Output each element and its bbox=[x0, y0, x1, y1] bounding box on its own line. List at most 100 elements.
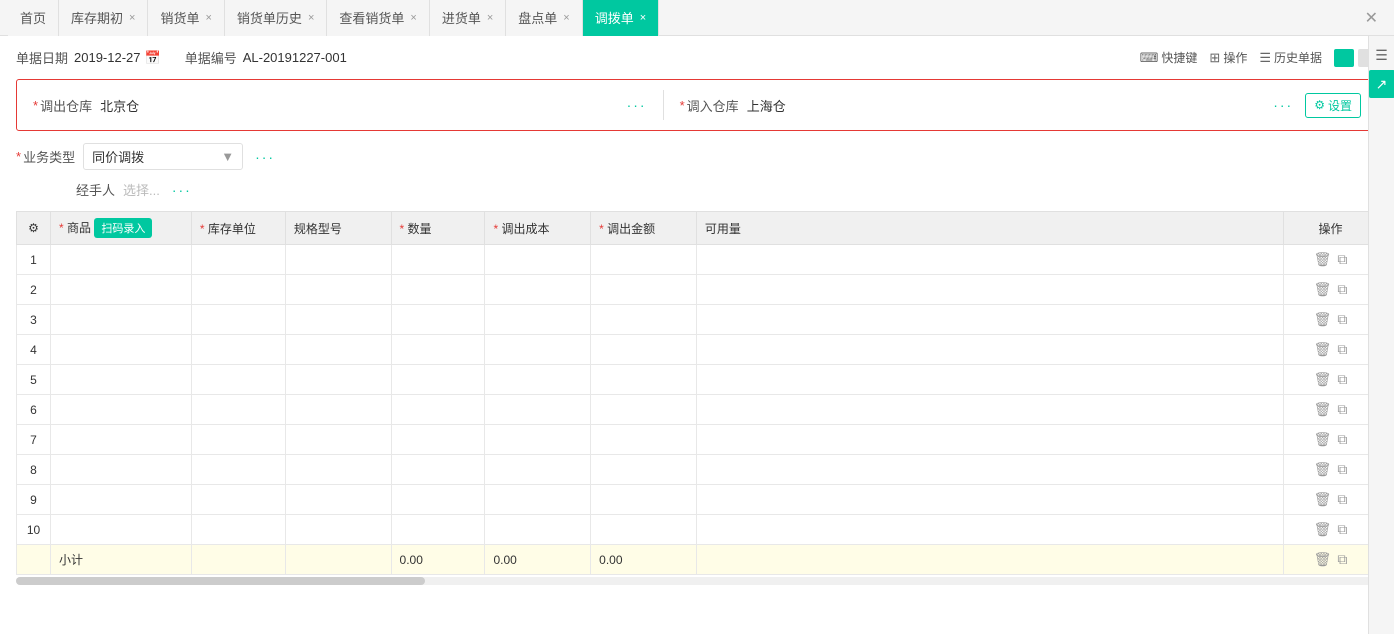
tab-purchase[interactable]: 进货单 × bbox=[430, 0, 506, 36]
row-copy-icon[interactable]: ⧉ bbox=[1337, 281, 1347, 298]
row-unit[interactable] bbox=[191, 395, 285, 425]
row-amount[interactable] bbox=[591, 275, 697, 305]
warehouse-out-more[interactable]: ··· bbox=[627, 97, 647, 113]
subtotal-copy-icon[interactable]: ⧉ bbox=[1337, 551, 1347, 568]
row-goods[interactable] bbox=[51, 305, 192, 335]
row-delete-icon[interactable]: 🗑 bbox=[1314, 371, 1332, 388]
tab-close-sales-history[interactable]: × bbox=[308, 12, 314, 24]
row-unit[interactable] bbox=[191, 515, 285, 545]
row-qty[interactable] bbox=[391, 275, 485, 305]
row-unit[interactable] bbox=[191, 365, 285, 395]
row-cost[interactable] bbox=[485, 275, 591, 305]
row-copy-icon[interactable]: ⧉ bbox=[1337, 431, 1347, 448]
row-unit[interactable] bbox=[191, 425, 285, 455]
tab-close-purchase[interactable]: × bbox=[487, 12, 493, 24]
row-amount[interactable] bbox=[591, 455, 697, 485]
row-copy-icon[interactable]: ⧉ bbox=[1337, 311, 1347, 328]
row-qty[interactable] bbox=[391, 365, 485, 395]
row-goods[interactable] bbox=[51, 275, 192, 305]
row-copy-icon[interactable]: ⧉ bbox=[1337, 461, 1347, 478]
row-spec[interactable] bbox=[285, 275, 391, 305]
warehouse-in-more[interactable]: ··· bbox=[1273, 97, 1293, 113]
row-delete-icon[interactable]: 🗑 bbox=[1314, 251, 1332, 268]
shortcut-btn[interactable]: ⌨ 快捷键 bbox=[1140, 49, 1198, 66]
row-delete-icon[interactable]: 🗑 bbox=[1314, 431, 1332, 448]
row-spec[interactable] bbox=[285, 335, 391, 365]
tab-close-stocktake[interactable]: × bbox=[563, 12, 569, 24]
row-cost[interactable] bbox=[485, 425, 591, 455]
row-cost[interactable] bbox=[485, 305, 591, 335]
row-qty[interactable] bbox=[391, 245, 485, 275]
row-cost[interactable] bbox=[485, 335, 591, 365]
tab-close-view-sales[interactable]: × bbox=[410, 12, 416, 24]
calendar-icon[interactable]: 📅 bbox=[145, 50, 161, 66]
row-spec[interactable] bbox=[285, 425, 391, 455]
row-spec[interactable] bbox=[285, 245, 391, 275]
row-qty[interactable] bbox=[391, 305, 485, 335]
row-qty[interactable] bbox=[391, 515, 485, 545]
row-amount[interactable] bbox=[591, 425, 697, 455]
row-qty[interactable] bbox=[391, 485, 485, 515]
row-copy-icon[interactable]: ⧉ bbox=[1337, 521, 1347, 538]
sidebar-notes-icon[interactable]: ☰ bbox=[1371, 44, 1393, 66]
row-copy-icon[interactable]: ⧉ bbox=[1337, 341, 1347, 358]
row-cost[interactable] bbox=[485, 245, 591, 275]
row-amount[interactable] bbox=[591, 245, 697, 275]
row-delete-icon[interactable]: 🗑 bbox=[1314, 491, 1332, 508]
row-cost[interactable] bbox=[485, 395, 591, 425]
row-copy-icon[interactable]: ⧉ bbox=[1337, 491, 1347, 508]
row-unit[interactable] bbox=[191, 455, 285, 485]
row-spec[interactable] bbox=[285, 395, 391, 425]
row-delete-icon[interactable]: 🗑 bbox=[1314, 401, 1332, 418]
tab-view-sales[interactable]: 查看销货单 × bbox=[327, 0, 429, 36]
row-qty[interactable] bbox=[391, 395, 485, 425]
row-qty[interactable] bbox=[391, 425, 485, 455]
row-copy-icon[interactable]: ⧉ bbox=[1337, 251, 1347, 268]
tab-close-sales-order[interactable]: × bbox=[205, 12, 211, 24]
sidebar-export-icon[interactable]: ↗ bbox=[1369, 70, 1394, 98]
biz-type-select[interactable]: 同价调拨 ▼ bbox=[83, 143, 243, 170]
row-amount[interactable] bbox=[591, 395, 697, 425]
row-unit[interactable] bbox=[191, 245, 285, 275]
row-spec[interactable] bbox=[285, 455, 391, 485]
manager-select[interactable]: 选择... bbox=[123, 180, 160, 199]
tab-home[interactable]: 首页 bbox=[8, 0, 59, 36]
manager-more-btn[interactable]: ··· bbox=[172, 182, 192, 198]
th-gear[interactable]: ⚙ bbox=[17, 212, 51, 245]
row-copy-icon[interactable]: ⧉ bbox=[1337, 401, 1347, 418]
row-delete-icon[interactable]: 🗑 bbox=[1314, 521, 1332, 538]
row-unit[interactable] bbox=[191, 275, 285, 305]
row-delete-icon[interactable]: 🗑 bbox=[1314, 461, 1332, 478]
row-goods[interactable] bbox=[51, 455, 192, 485]
warehouse-in-value[interactable]: 上海仓 bbox=[747, 96, 786, 115]
history-btn[interactable]: ☰ 历史单据 bbox=[1259, 49, 1322, 66]
tab-transfer[interactable]: 调拨单 × bbox=[583, 0, 659, 36]
tab-inventory-init[interactable]: 库存期初 × bbox=[59, 0, 148, 36]
row-copy-icon[interactable]: ⧉ bbox=[1337, 371, 1347, 388]
row-spec[interactable] bbox=[285, 365, 391, 395]
biz-more-btn[interactable]: ··· bbox=[255, 149, 275, 165]
row-cost[interactable] bbox=[485, 365, 591, 395]
scrollbar-thumb[interactable] bbox=[16, 577, 425, 585]
window-close-button[interactable]: ✕ bbox=[1357, 8, 1386, 28]
tab-sales-history[interactable]: 销货单历史 × bbox=[225, 0, 327, 36]
tab-close-inventory-init[interactable]: × bbox=[129, 12, 135, 24]
row-spec[interactable] bbox=[285, 485, 391, 515]
scan-btn[interactable]: 扫码录入 bbox=[94, 218, 152, 238]
row-amount[interactable] bbox=[591, 515, 697, 545]
subtotal-delete-icon[interactable]: 🗑 bbox=[1314, 551, 1332, 568]
tab-stocktake[interactable]: 盘点单 × bbox=[506, 0, 582, 36]
row-spec[interactable] bbox=[285, 515, 391, 545]
row-cost[interactable] bbox=[485, 485, 591, 515]
row-unit[interactable] bbox=[191, 485, 285, 515]
row-goods[interactable] bbox=[51, 515, 192, 545]
settings-button[interactable]: ⚙ 设置 bbox=[1305, 93, 1361, 118]
row-amount[interactable] bbox=[591, 335, 697, 365]
row-goods[interactable] bbox=[51, 485, 192, 515]
row-delete-icon[interactable]: 🗑 bbox=[1314, 281, 1332, 298]
row-cost[interactable] bbox=[485, 515, 591, 545]
operate-btn[interactable]: ⊞ 操作 bbox=[1209, 49, 1247, 66]
row-amount[interactable] bbox=[591, 365, 697, 395]
row-unit[interactable] bbox=[191, 335, 285, 365]
row-goods[interactable] bbox=[51, 365, 192, 395]
